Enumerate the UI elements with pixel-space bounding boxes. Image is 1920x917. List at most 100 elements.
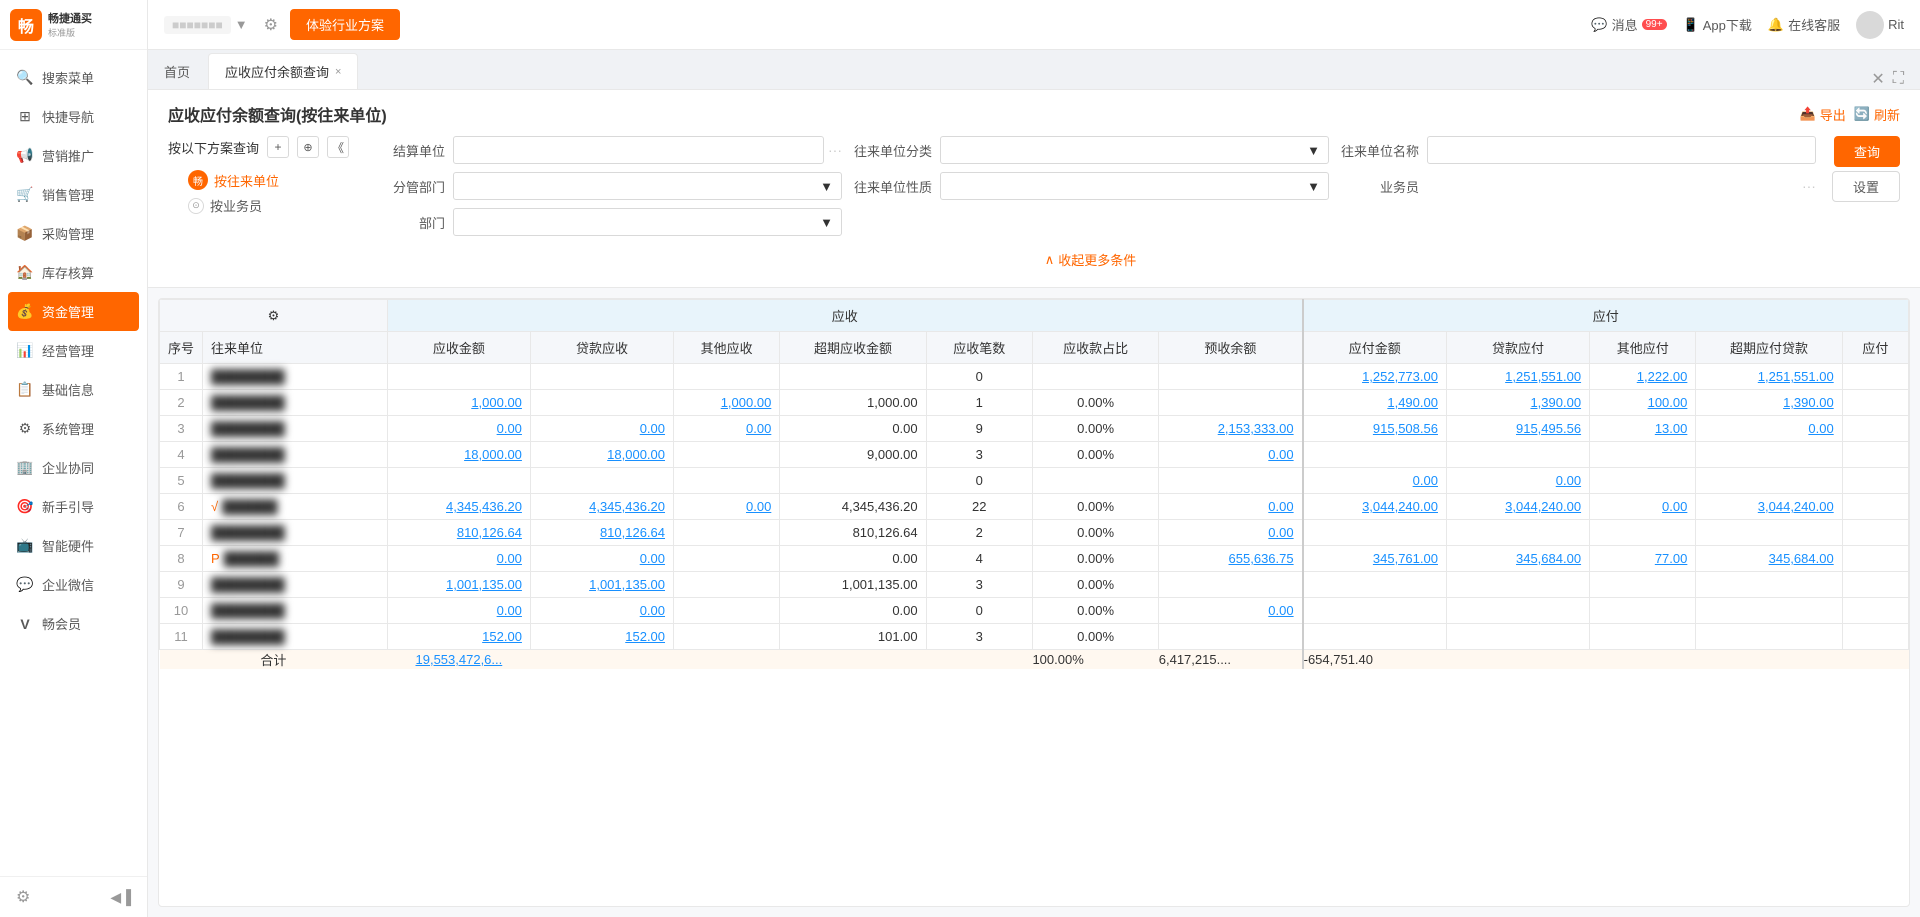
- filter-header: 按以下方案查询 + ⊕ 《: [168, 136, 349, 158]
- tab-arbalance[interactable]: 应收应付余额查询 ×: [208, 53, 358, 89]
- scheme-salesman-icon: ⊙: [188, 198, 204, 214]
- sidebar-item-hardware[interactable]: 📺 智能硬件: [0, 526, 147, 565]
- page-actions: 📤 导出 🔄 刷新: [1800, 105, 1900, 124]
- tab-actions: ✕ ⛶: [1855, 69, 1920, 89]
- notification-button[interactable]: 💬 消息 99+: [1591, 15, 1666, 34]
- sidebar-item-inventory[interactable]: 🏠 库存核算: [0, 253, 147, 292]
- sidebar-item-corp[interactable]: 🏢 企业协同: [0, 448, 147, 487]
- footer-ap-amount: -654,751.40: [1303, 650, 1447, 670]
- table-row: 9████████1,001,135.001,001,135.001,001,1…: [160, 572, 1909, 598]
- sidebar-item-quicknav[interactable]: ⊞ 快捷导航: [0, 97, 147, 136]
- col-ar-count: 应收笔数: [926, 332, 1032, 364]
- page-header: 应收应付余额查询(按往来单位) 📤 导出 🔄 刷新 按以下方案查询: [148, 90, 1920, 288]
- filter-settings-button[interactable]: ⊕: [297, 136, 319, 158]
- sidebar-item-purchase[interactable]: 📦 采购管理: [0, 214, 147, 253]
- collapse-conditions-button[interactable]: ∧ 收起更多条件: [1037, 242, 1145, 277]
- sidebar-item-marketing[interactable]: 📢 营销推广: [0, 136, 147, 175]
- export-button[interactable]: 📤 导出: [1800, 105, 1846, 124]
- unit-name-cell: ████████: [203, 364, 388, 390]
- settlement-unit-dots[interactable]: ···: [828, 142, 842, 158]
- user-avatar[interactable]: Rit: [1856, 11, 1904, 39]
- tab-close-window-icon[interactable]: ✕: [1871, 69, 1884, 89]
- settings-gear-icon[interactable]: ⚙: [264, 15, 278, 35]
- salesman-dots[interactable]: ···: [1802, 178, 1816, 194]
- filter-collapse-button[interactable]: 《: [327, 136, 349, 158]
- online-service-button[interactable]: 🔔 在线客服: [1768, 15, 1840, 34]
- collapse-button[interactable]: ◀▐: [110, 889, 131, 906]
- filter-row-2: 分管部门 ▼ 往来单位性质 ▼ 业务员: [365, 172, 1816, 200]
- set-button[interactable]: 设置: [1832, 171, 1900, 202]
- add-filter-button[interactable]: +: [267, 136, 289, 158]
- operation-icon: 📊: [16, 342, 34, 360]
- filter-area: 按以下方案查询 + ⊕ 《 畅 按往来单位 ⊙ 按业务员: [168, 136, 1900, 287]
- col-ap-rest: 应付: [1842, 332, 1908, 364]
- dept-select[interactable]: ▼: [453, 172, 842, 200]
- table-row: 10████████0.000.000.0000.00%0.00: [160, 598, 1909, 624]
- unit-category-select[interactable]: ▼: [940, 136, 1329, 164]
- sidebar-item-basic[interactable]: 📋 基础信息: [0, 370, 147, 409]
- settings-col-icon[interactable]: ⚙: [268, 308, 280, 323]
- solution-button[interactable]: 体验行业方案: [290, 9, 400, 40]
- sidebar-item-system[interactable]: ⚙ 系统管理: [0, 409, 147, 448]
- bell-icon: 💬: [1591, 17, 1607, 33]
- refresh-button[interactable]: 🔄 刷新: [1854, 105, 1900, 124]
- table-row: 4████████18,000.0018,000.009,000.0030.00…: [160, 442, 1909, 468]
- unit-name-cell: ████████: [203, 624, 388, 650]
- query-button[interactable]: 查询: [1834, 136, 1900, 167]
- sidebar-item-vip[interactable]: V 畅会员: [0, 604, 147, 643]
- scheme-unit-icon: 畅: [188, 170, 208, 190]
- sales-icon: 🛒: [16, 186, 34, 204]
- col-ar-amount: 应收金额: [387, 332, 530, 364]
- sidebar-item-sales[interactable]: 🛒 销售管理: [0, 175, 147, 214]
- footer-ar-advance: 6,417,215....: [1159, 650, 1303, 670]
- dropdown-icon[interactable]: ▼: [235, 17, 248, 32]
- header-right: 💬 消息 99+ 📱 App下载 🔔 在线客服 Rit: [1591, 11, 1904, 39]
- footer-ap-other: [1590, 650, 1696, 670]
- unit-name-cell: ████████: [203, 598, 388, 624]
- unit-name-cell: ████████: [203, 572, 388, 598]
- collapse-row: ∧ 收起更多条件: [365, 242, 1816, 277]
- footer-ap-overdue: [1696, 650, 1842, 670]
- table-footer-row: 合计 19,553,472,6... 100.00% 6,417,215....…: [160, 650, 1909, 670]
- footer-label-cell: 合计: [160, 650, 388, 670]
- tab-close-icon[interactable]: ×: [335, 66, 341, 78]
- group-ap: 应付: [1303, 300, 1909, 332]
- settings-button[interactable]: ⚙: [16, 887, 30, 907]
- unit-nature-select[interactable]: ▼: [940, 172, 1329, 200]
- app-download-button[interactable]: 📱 App下载: [1683, 15, 1752, 34]
- sidebar-logo: 畅 畅捷通买 标准版: [0, 0, 147, 50]
- tab-home[interactable]: 首页: [148, 53, 206, 89]
- sidebar-item-search[interactable]: 🔍 搜索菜单: [0, 58, 147, 97]
- filter-left: 按以下方案查询 + ⊕ 《 畅 按往来单位 ⊙ 按业务员: [168, 136, 349, 225]
- division-select[interactable]: ▼: [453, 208, 842, 236]
- settlement-unit-input[interactable]: [453, 136, 824, 164]
- sidebar-item-finance[interactable]: 💰 资金管理: [8, 292, 139, 331]
- sidebar-item-operation[interactable]: 📊 经营管理: [0, 331, 147, 370]
- col-ar-loan: 贷款应收: [530, 332, 673, 364]
- tab-maximize-icon[interactable]: ⛶: [1893, 70, 1904, 88]
- scheme-by-unit[interactable]: 畅 按往来单位: [188, 170, 349, 190]
- filter-row-3: 部门 ▼: [365, 208, 1816, 236]
- system-icon: ⚙: [16, 420, 34, 438]
- page-title-row: 应收应付余额查询(按往来单位) 📤 导出 🔄 刷新: [168, 102, 1900, 126]
- guide-icon: 🎯: [16, 498, 34, 516]
- col-ar-ratio: 应收款占比: [1032, 332, 1158, 364]
- unit-name-cell: ████████: [203, 416, 388, 442]
- col-ap-other: 其他应付: [1590, 332, 1696, 364]
- collapse-chevron-icon: ∧: [1045, 252, 1055, 268]
- sidebar-bottom: ⚙ ◀▐: [0, 876, 147, 917]
- col-ap-amount: 应付金额: [1303, 332, 1447, 364]
- scheme-by-salesman[interactable]: ⊙ 按业务员: [188, 196, 349, 215]
- table-row: 1████████01,252,773.001,251,551.001,222.…: [160, 364, 1909, 390]
- refresh-icon: 🔄: [1854, 106, 1870, 122]
- col-ar-advance: 预收余额: [1159, 332, 1303, 364]
- home-icon: ⊞: [16, 108, 34, 126]
- unit-name-input[interactable]: [1427, 136, 1816, 164]
- col-ap-overdue: 超期应付贷款: [1696, 332, 1842, 364]
- footer-ar-count: [926, 650, 1032, 670]
- sidebar-item-wechat[interactable]: 💬 企业微信: [0, 565, 147, 604]
- logo-icon: 畅: [10, 9, 42, 41]
- footer-ar-ratio: 100.00%: [1032, 650, 1158, 670]
- sidebar-item-guide[interactable]: 🎯 新手引导: [0, 487, 147, 526]
- footer-ap-loan: [1446, 650, 1589, 670]
